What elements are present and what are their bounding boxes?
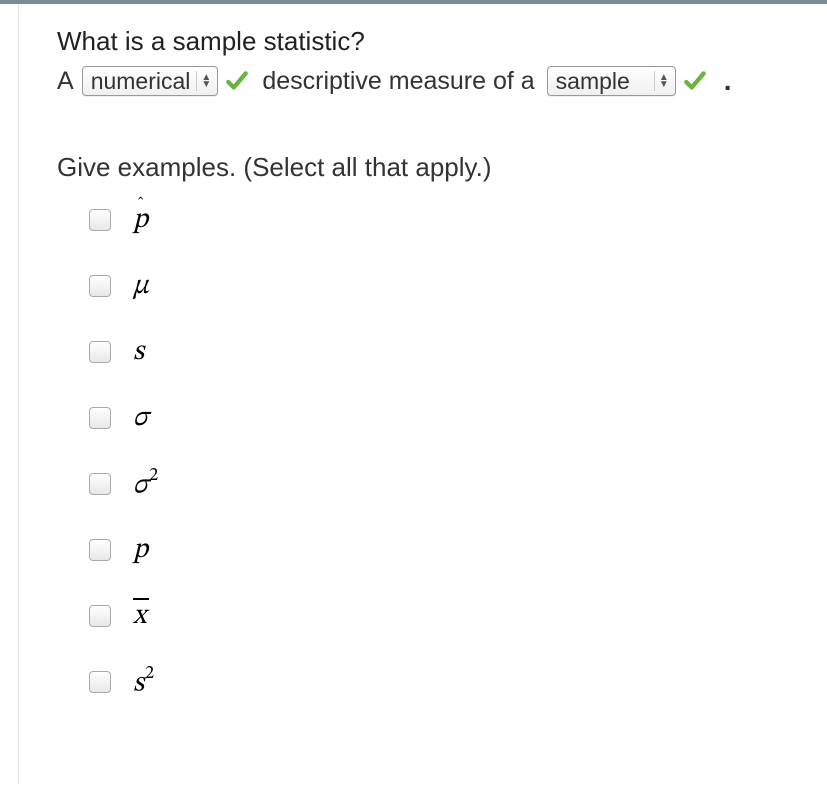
checkbox-p[interactable] [89, 539, 111, 561]
select-sample-value: sample [556, 68, 636, 95]
question-content: What is a sample statistic? A numerical … [18, 4, 827, 784]
symbol-p-hat: ˆp [133, 206, 148, 234]
checkbox-s-sq[interactable] [89, 671, 111, 693]
option-s-sq: s2 [89, 655, 827, 709]
option-x-bar: x [89, 589, 827, 643]
question-1-sentence: A numerical ▲▼ descriptive measure of a … [57, 65, 827, 97]
options-list: ˆp μ s σ σ2 p x s2 [89, 193, 827, 709]
select-sample[interactable]: sample ▲▼ [547, 66, 676, 96]
symbol-p: p [133, 536, 148, 564]
question-1-title: What is a sample statistic? [57, 26, 827, 57]
select-arrows-icon: ▲▼ [196, 71, 211, 91]
prefix-a: A [57, 67, 76, 96]
check-icon [224, 68, 250, 94]
sentence-period: . [714, 65, 732, 97]
checkbox-s[interactable] [89, 341, 111, 363]
checkbox-mu[interactable] [89, 275, 111, 297]
select-numerical[interactable]: numerical ▲▼ [82, 66, 219, 96]
checkbox-sigma[interactable] [89, 407, 111, 429]
option-p-hat: ˆp [89, 193, 827, 247]
option-s: s [89, 325, 827, 379]
symbol-s-sq: s2 [133, 667, 153, 697]
middle-text: descriptive measure of a [256, 67, 540, 96]
check-icon [682, 68, 708, 94]
symbol-x-bar: x [133, 602, 146, 630]
checkbox-x-bar[interactable] [89, 605, 111, 627]
question-2-prompt: Give examples. (Select all that apply.) [57, 152, 827, 183]
checkbox-sigma-sq[interactable] [89, 473, 111, 495]
symbol-sigma-sq: σ2 [133, 469, 157, 499]
option-sigma: σ [89, 391, 827, 445]
option-mu: μ [89, 259, 827, 313]
select-numerical-value: numerical [91, 68, 197, 95]
option-sigma-sq: σ2 [89, 457, 827, 511]
symbol-mu: μ [133, 272, 148, 300]
checkbox-p-hat[interactable] [89, 209, 111, 231]
symbol-s: s [133, 338, 144, 366]
select-arrows-icon: ▲▼ [654, 71, 669, 91]
option-p: p [89, 523, 827, 577]
symbol-sigma: σ [133, 404, 148, 432]
